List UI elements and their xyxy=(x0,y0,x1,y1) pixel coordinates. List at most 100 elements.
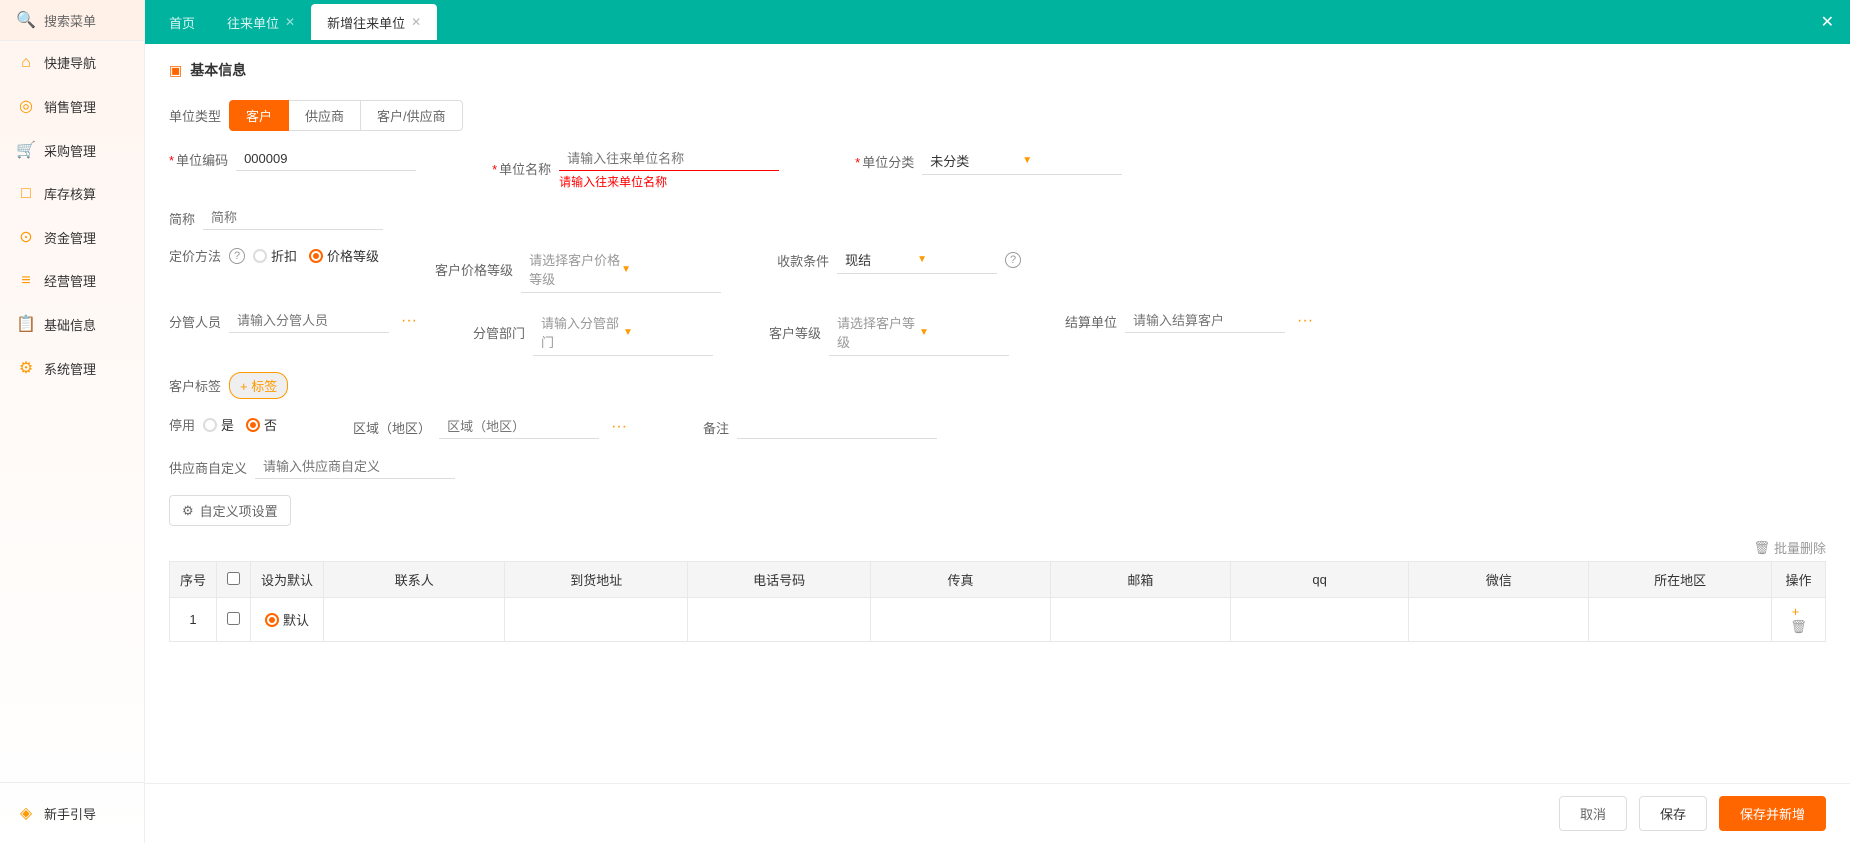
default-radio-circle xyxy=(265,613,279,627)
unit-category-field: 单位分类 未分类 ▼ xyxy=(855,147,1122,175)
settlement-unit-input[interactable] xyxy=(1125,309,1285,333)
manager-input[interactable] xyxy=(229,309,389,333)
table-header: 序号 设为默认 联系人 到货地址 电话号码 传真 邮箱 qq 微信 所在地区 操… xyxy=(170,562,1826,598)
unit-code-input[interactable] xyxy=(236,147,416,171)
disable-no-radio xyxy=(246,418,260,432)
col-default: 设为默认 xyxy=(251,562,324,598)
sidebar-item-guide[interactable]: ◈ 新手引导 xyxy=(0,791,144,835)
region-table-input[interactable] xyxy=(1599,612,1761,627)
sales-icon: ◎ xyxy=(16,96,36,116)
row-action: + 🗑 xyxy=(1772,598,1826,642)
settlement-unit-label: 结算单位 xyxy=(1065,312,1117,331)
payment-condition-dropdown[interactable]: 现结 ▼ xyxy=(837,246,997,274)
sidebar-item-sales[interactable]: ◎ 销售管理 xyxy=(0,84,144,128)
wechat-input[interactable] xyxy=(1419,612,1578,627)
add-tag-button[interactable]: + 标签 xyxy=(229,372,288,399)
bottom-bar: 取消 保存 保存并新增 xyxy=(145,783,1850,843)
payment-help-icon[interactable]: ? xyxy=(1005,252,1021,268)
sidebar-item-system[interactable]: ⚙ 系统管理 xyxy=(0,346,144,390)
row-email[interactable] xyxy=(1050,598,1230,642)
close-all-tabs[interactable]: ✕ xyxy=(1813,8,1842,36)
payment-condition-label: 收款条件 xyxy=(777,251,829,270)
row-qq[interactable] xyxy=(1230,598,1409,642)
cancel-button[interactable]: 取消 xyxy=(1559,796,1627,831)
type-btn-customer[interactable]: 客户 xyxy=(229,100,289,131)
tab-partners[interactable]: 往来单位 ✕ xyxy=(211,4,311,40)
email-input[interactable] xyxy=(1061,612,1220,627)
disable-yes-option[interactable]: 是 xyxy=(203,415,234,434)
sidebar-item-operations[interactable]: ≡ 经营管理 xyxy=(0,259,144,302)
disable-yes-radio xyxy=(203,418,217,432)
save-button[interactable]: 保存 xyxy=(1639,796,1707,831)
region-field: 区域（地区） ··· xyxy=(353,415,627,439)
home-icon: ⌂ xyxy=(16,54,36,72)
row-wechat[interactable] xyxy=(1409,598,1589,642)
unit-name-label: 单位名称 xyxy=(492,159,551,178)
tab-new-partner[interactable]: 新增往来单位 ✕ xyxy=(311,4,437,40)
add-row-btn[interactable]: + xyxy=(1792,604,1800,619)
inventory-icon: □ xyxy=(16,185,36,203)
batch-delete-label[interactable]: 批量删除 xyxy=(1774,538,1826,557)
row-checkbox[interactable] xyxy=(227,612,240,625)
supplier-custom-input[interactable] xyxy=(255,455,455,479)
save-add-button[interactable]: 保存并新增 xyxy=(1719,796,1826,831)
tab-partners-close[interactable]: ✕ xyxy=(285,15,295,29)
unit-type-row: 单位类型 客户 供应商 客户/供应商 xyxy=(169,100,1826,131)
tab-new-partner-close[interactable]: ✕ xyxy=(411,15,421,29)
fax-input[interactable] xyxy=(881,612,1040,627)
customer-level-dropdown[interactable]: 请选择客户等级 ▼ xyxy=(829,309,1009,356)
pricing-level-option[interactable]: 价格等级 xyxy=(309,246,379,265)
unit-name-error: 请输入往来单位名称 xyxy=(559,173,779,190)
row-checkbox-cell xyxy=(217,598,251,642)
settlement-more-btn[interactable]: ··· xyxy=(1297,312,1313,330)
qq-input[interactable] xyxy=(1241,612,1399,627)
row-region[interactable] xyxy=(1589,598,1772,642)
row-fax[interactable] xyxy=(871,598,1051,642)
delete-row-btn[interactable]: 🗑 xyxy=(1790,619,1807,634)
phone-input[interactable] xyxy=(698,612,860,627)
manager-field: 分管人员 ··· xyxy=(169,309,417,333)
custom-settings-btn[interactable]: ⚙ 自定义项设置 xyxy=(169,495,291,526)
tab-home[interactable]: 首页 xyxy=(153,4,211,40)
select-all-checkbox[interactable] xyxy=(227,572,240,585)
unit-name-input[interactable] xyxy=(559,147,779,171)
department-arrow-icon: ▼ xyxy=(623,327,705,338)
customer-tag-field: 客户标签 + 标签 xyxy=(169,372,288,399)
sidebar-bottom: ◈ 新手引导 xyxy=(0,782,144,843)
region-more-btn[interactable]: ··· xyxy=(611,418,627,436)
pricing-help-icon[interactable]: ? xyxy=(229,248,245,264)
region-input[interactable] xyxy=(439,415,599,439)
type-btn-both[interactable]: 客户/供应商 xyxy=(361,100,463,131)
row-default-radio[interactable]: 默认 xyxy=(261,610,313,629)
customer-price-level-field: 客户价格等级 请选择客户价格等级 ▼ xyxy=(435,246,721,293)
row-address[interactable] xyxy=(505,598,688,642)
sidebar-item-inventory[interactable]: □ 库存核算 xyxy=(0,172,144,215)
sidebar-item-basic-info[interactable]: 📋 基础信息 xyxy=(0,302,144,346)
pricing-method-field: 定价方法 ? 折扣 价格等级 xyxy=(169,246,379,265)
pricing-discount-option[interactable]: 折扣 xyxy=(253,246,297,265)
type-btn-supplier[interactable]: 供应商 xyxy=(289,100,361,131)
col-wechat: 微信 xyxy=(1409,562,1589,598)
supplier-custom-field: 供应商自定义 xyxy=(169,455,455,479)
unit-category-dropdown[interactable]: 未分类 ▼ xyxy=(922,147,1122,175)
unit-category-arrow-icon: ▼ xyxy=(1022,155,1114,166)
row-contact[interactable] xyxy=(324,598,505,642)
department-dropdown[interactable]: 请输入分管部门 ▼ xyxy=(533,309,713,356)
row-phone[interactable] xyxy=(688,598,871,642)
sidebar-item-finance[interactable]: ⊙ 资金管理 xyxy=(0,215,144,259)
short-name-input[interactable] xyxy=(203,206,383,230)
customer-tag-row: 客户标签 + 标签 xyxy=(169,372,1826,399)
sidebar-item-purchase[interactable]: 🛒 采购管理 xyxy=(0,128,144,172)
manager-more-btn[interactable]: ··· xyxy=(401,312,417,330)
col-fax: 传真 xyxy=(871,562,1051,598)
search-menu[interactable]: 🔍 搜索菜单 xyxy=(0,0,144,41)
disable-no-option[interactable]: 否 xyxy=(246,415,277,434)
unit-name-wrap: 请输入往来单位名称 xyxy=(559,147,779,190)
guide-icon: ◈ xyxy=(16,803,36,823)
customer-price-level-dropdown[interactable]: 请选择客户价格等级 ▼ xyxy=(521,246,721,293)
sidebar-item-quick-nav[interactable]: ⌂ 快捷导航 xyxy=(0,41,144,84)
contact-input[interactable] xyxy=(334,612,494,627)
address-input[interactable] xyxy=(515,612,677,627)
remark-input[interactable] xyxy=(737,415,937,439)
section-title: 基本信息 xyxy=(190,60,246,80)
